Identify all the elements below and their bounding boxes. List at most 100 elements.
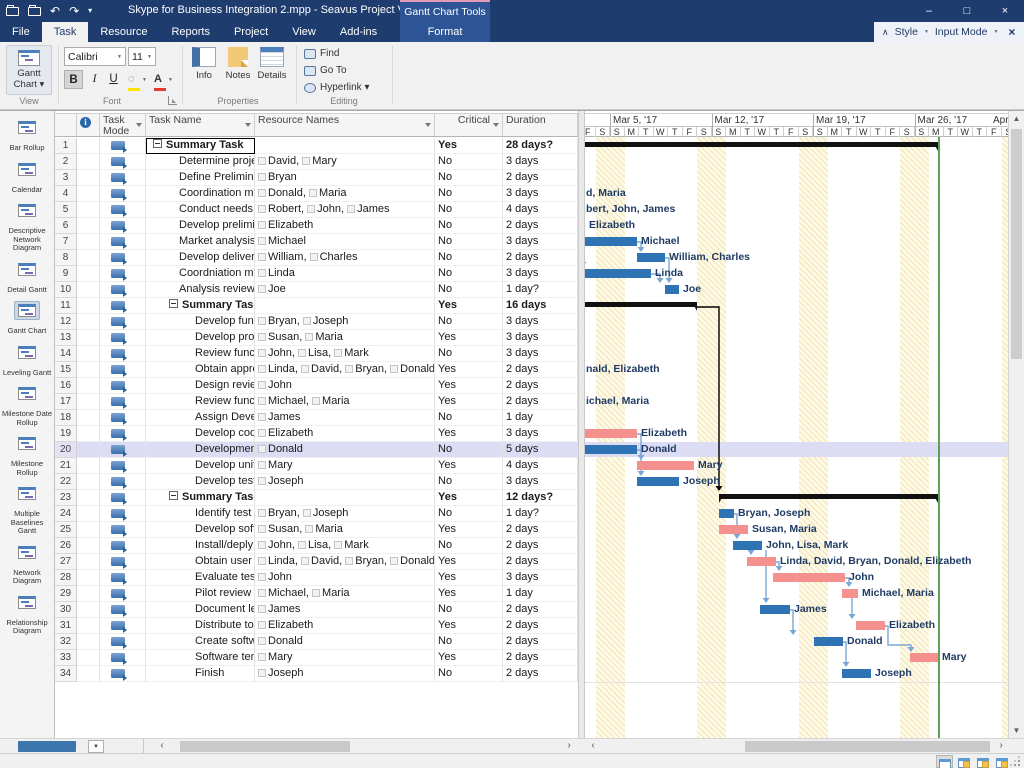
cell-info[interactable] [77,394,100,410]
cell-critical[interactable]: No [435,410,503,426]
table-row[interactable]: 8Develop deliveryWilliam, CharlesNo2 day… [55,250,578,266]
cell-duration[interactable]: 2 days [503,602,578,618]
cell-critical[interactable]: No [435,538,503,554]
tab-resource[interactable]: Resource [88,22,159,42]
cell-resource-names[interactable]: Linda, David, Bryan, Donald, El [255,554,435,570]
gantt-summary-bar[interactable] [585,142,938,147]
cell-duration[interactable]: 3 days [503,346,578,362]
cell-task-mode[interactable] [100,570,146,586]
cell-task-mode[interactable] [100,538,146,554]
tab-project[interactable]: Project [222,22,280,42]
table-row[interactable]: 23Summary Task 1Yes12 days? [55,490,578,506]
cell-task-mode[interactable] [100,650,146,666]
row-number[interactable]: 26 [55,538,77,554]
row-number[interactable]: 1 [55,138,77,154]
cell-task-mode[interactable] [100,618,146,634]
table-row[interactable]: 20DevelopmentDonaldNo5 days [55,442,578,458]
collapse-ribbon-icon[interactable]: ∧ [882,27,889,38]
cell-task-name[interactable]: Conduct needs ar [146,202,255,218]
cell-critical[interactable]: No [435,346,503,362]
gantt-chart-view-button[interactable]: Gantt Chart ▾ [6,45,52,95]
maximize-button[interactable]: □ [948,0,986,22]
tab-reports[interactable]: Reports [159,22,222,42]
table-row[interactable]: 30Document lesJamesNo2 days [55,602,578,618]
cell-task-name[interactable]: Development [146,442,255,458]
cell-resource-names[interactable]: Michael, Maria [255,586,435,602]
table-row[interactable]: 10Analysis reviewJoeNo1 day? [55,282,578,298]
cell-critical[interactable]: No [435,186,503,202]
table-row[interactable]: 17Review functiMichael, MariaYes2 days [55,394,578,410]
cell-resource-names[interactable]: James [255,602,435,618]
cell-critical[interactable]: Yes [435,458,503,474]
info-button[interactable]: Info [188,47,220,81]
gantt-critical-task-bar[interactable] [856,621,885,630]
cell-critical[interactable]: No [435,474,503,490]
qat-customize-icon[interactable]: ▾ [88,5,92,17]
cell-duration[interactable]: 16 days [503,298,578,314]
cell-resource-names[interactable]: Bryan [255,170,435,186]
font-dialog-launcher-icon[interactable] [168,96,177,105]
gantt-task-bar[interactable] [585,445,637,454]
cell-task-name[interactable]: Document les [146,602,255,618]
cell-resource-names[interactable]: Robert, John, James [255,202,435,218]
tab-format[interactable]: Format [418,22,473,42]
cell-info[interactable] [77,202,100,218]
details-button[interactable]: Details [256,47,288,81]
cell-task-mode[interactable] [100,250,146,266]
gantt-summary-bar[interactable] [719,494,938,499]
gantt-chart-view-button[interactable] [936,755,953,768]
cell-duration[interactable]: 2 days [503,618,578,634]
style-dropdown-icon[interactable]: ▼ [924,29,929,35]
row-number[interactable]: 17 [55,394,77,410]
cell-resource-names[interactable]: Susan, Maria [255,522,435,538]
input-mode-menu[interactable]: Input Mode [935,26,988,38]
cell-resource-names[interactable]: John [255,378,435,394]
row-number[interactable]: 11 [55,298,77,314]
cell-info[interactable] [77,410,100,426]
cell-info[interactable] [77,618,100,634]
cell-duration[interactable]: 2 days [503,394,578,410]
cell-info[interactable] [77,218,100,234]
table-row[interactable]: 15Obtain approvLinda, David, Bryan, Dona… [55,362,578,378]
open-file-icon[interactable] [6,7,19,16]
gantt-task-bar[interactable] [842,669,871,678]
cell-critical[interactable]: Yes [435,570,503,586]
cell-info[interactable] [77,298,100,314]
cell-resource-names[interactable]: Mary [255,650,435,666]
row-number[interactable]: 3 [55,170,77,186]
cell-task-mode[interactable] [100,442,146,458]
header-duration[interactable]: Duration [503,114,578,136]
gantt-critical-task-bar[interactable] [910,653,938,662]
gantt-critical-task-bar[interactable] [747,557,776,566]
tab-view[interactable]: View [280,22,328,42]
gantt-summary-bar[interactable] [585,302,697,307]
cell-task-name[interactable]: Develop unit [146,458,255,474]
gantt-task-bar[interactable] [585,237,637,246]
cell-task-mode[interactable] [100,522,146,538]
row-number[interactable]: 2 [55,154,77,170]
cell-task-name[interactable]: Market analysis [146,234,255,250]
cell-task-name[interactable]: Obtain approv [146,362,255,378]
sidebar-item-detail-gantt[interactable]: Detail Gantt [0,260,54,295]
cell-info[interactable] [77,282,100,298]
bold-button[interactable]: B [64,70,83,89]
row-number[interactable]: 7 [55,234,77,250]
cell-task-name[interactable]: Develop func [146,314,255,330]
resource-sheet-view-button[interactable] [993,755,1010,768]
cell-task-name[interactable]: Software tem [146,650,255,666]
row-number[interactable]: 34 [55,666,77,682]
cell-task-name[interactable]: Finish [146,666,255,682]
collapse-icon[interactable] [169,491,178,500]
cell-info[interactable] [77,234,100,250]
row-number[interactable]: 8 [55,250,77,266]
cell-critical[interactable]: Yes [435,426,503,442]
cell-task-mode[interactable] [100,426,146,442]
cell-info[interactable] [77,314,100,330]
collapse-icon[interactable] [153,139,162,148]
sidebar-item-descriptive-network-diagram[interactable]: Descriptive Network Diagram [0,201,54,253]
cell-task-mode[interactable] [100,506,146,522]
sidebar-more-views-icon[interactable]: ▼ [88,740,104,753]
cell-task-mode[interactable] [100,458,146,474]
cell-resource-names[interactable]: Donald [255,634,435,650]
tab-task[interactable]: Task [42,22,89,42]
